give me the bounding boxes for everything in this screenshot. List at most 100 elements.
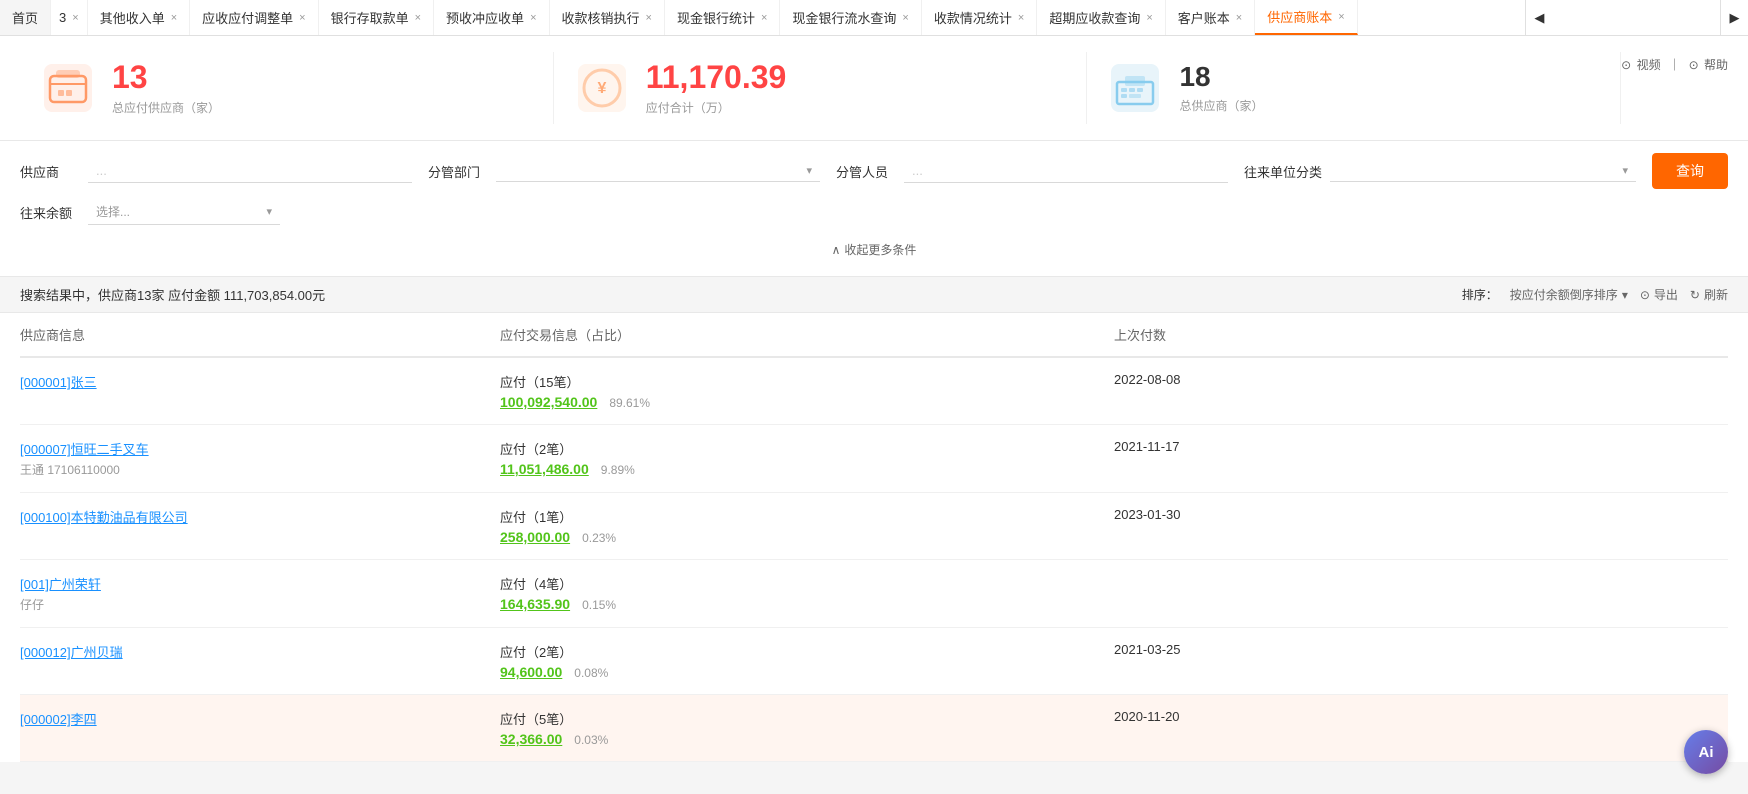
nav-overdue-query[interactable]: 超期应收款查询 × xyxy=(1037,0,1165,35)
tx-info-2: 应付（2笔） 11,051,486.00 9.89% xyxy=(500,439,1114,477)
tx-amount-5[interactable]: 94,600.00 xyxy=(500,664,562,680)
nav-cash-bank-flow-close[interactable]: × xyxy=(902,12,908,24)
nav-cash-bank-stat[interactable]: 现金银行统计 × xyxy=(665,0,780,35)
col-header-tx: 应付交易信息（占比） xyxy=(500,325,1114,344)
nav-collection-check-close[interactable]: × xyxy=(646,12,652,24)
video-link[interactable]: ⊙ 视频 xyxy=(1621,56,1660,73)
refresh-icon: ↻ xyxy=(1690,288,1700,302)
nav-tab-num-close[interactable]: × xyxy=(72,12,78,24)
nav-tab-number[interactable]: 3 × xyxy=(51,0,88,35)
nav-bank-deposit[interactable]: 银行存取款单 × xyxy=(319,0,434,35)
supplier-link-2[interactable]: [000007]恒旺二手叉车 xyxy=(20,439,500,458)
nav-prepay-label: 预收冲应收单 xyxy=(446,8,524,27)
collapse-button[interactable]: ∧ 收起更多条件 xyxy=(814,235,934,264)
supplier-link-1[interactable]: [000001]张三 xyxy=(20,372,500,391)
nav-collection-stat-close[interactable]: × xyxy=(1018,12,1024,24)
nav-supplier-account[interactable]: 供应商账本 × xyxy=(1255,0,1357,35)
nav-other-income[interactable]: 其他收入单 × xyxy=(88,0,190,35)
nav-bank-deposit-close[interactable]: × xyxy=(415,12,421,24)
supplier-label: 供应商 xyxy=(20,162,80,181)
table-row: [000001]张三 应付（15笔） 100,092,540.00 89.61%… xyxy=(20,358,1728,425)
nav-cash-bank-flow[interactable]: 现金银行流水查询 × xyxy=(780,0,921,35)
tx-percent-5: 0.08% xyxy=(574,666,608,680)
tx-amount-2[interactable]: 11,051,486.00 xyxy=(500,461,589,477)
nav-bank-deposit-label: 银行存取款单 xyxy=(331,8,409,27)
sort-option[interactable]: 按应付余额倒序排序 ▾ xyxy=(1510,286,1628,303)
balance-dropdown-icon: ▾ xyxy=(266,205,272,218)
export-button[interactable]: ⊙ 导出 xyxy=(1640,286,1678,303)
last-pay-3: 2023-01-30 xyxy=(1114,507,1728,522)
tx-label-5: 应付（2笔） xyxy=(500,645,572,660)
nav-other-income-close[interactable]: × xyxy=(171,12,177,24)
tx-amount-4[interactable]: 164,635.90 xyxy=(500,596,570,612)
nav-supplier-account-close[interactable]: × xyxy=(1338,11,1344,23)
nav-scroll-right[interactable]: ▶ xyxy=(1720,0,1748,36)
table-area: 供应商信息 应付交易信息（占比） 上次付数 [000001]张三 应付（15笔）… xyxy=(0,313,1748,762)
dept-select[interactable]: ▾ xyxy=(496,160,820,182)
supplier-info-6: [000002]李四 xyxy=(20,709,500,728)
supplier-info-5: [000012]广州贝瑞 xyxy=(20,642,500,661)
help-link[interactable]: ⊙ 帮助 xyxy=(1689,56,1728,73)
table-row: [000012]广州贝瑞 应付（2笔） 94,600.00 0.08% 2021… xyxy=(20,628,1728,695)
nav-tab-num-label: 3 xyxy=(59,10,66,25)
tx-info-5: 应付（2笔） 94,600.00 0.08% xyxy=(500,642,1114,680)
balance-select[interactable]: 选择... ▾ xyxy=(88,199,280,225)
filter-dept: 分管部门 ▾ xyxy=(428,160,820,182)
tx-amount-1[interactable]: 100,092,540.00 xyxy=(500,394,597,410)
nav-customer-account-close[interactable]: × xyxy=(1236,12,1242,24)
nav-collection-stat[interactable]: 收款情况统计 × xyxy=(922,0,1037,35)
tx-label-6: 应付（5笔） xyxy=(500,712,572,727)
nav-cash-bank-stat-label: 现金银行统计 xyxy=(677,8,755,27)
tx-info-3: 应付（1笔） 258,000.00 0.23% xyxy=(500,507,1114,545)
card1-value: 13 xyxy=(112,60,220,95)
tx-amount-6[interactable]: 32,366.00 xyxy=(500,731,562,747)
tx-info-6: 应付（5笔） 32,366.00 0.03% xyxy=(500,709,1114,747)
category-dropdown-icon: ▾ xyxy=(1622,164,1628,177)
nav-home[interactable]: 首页 xyxy=(0,0,51,35)
circle-icon: ⊙ xyxy=(1621,58,1631,72)
supplier-link-6[interactable]: [000002]李四 xyxy=(20,709,500,728)
refresh-button[interactable]: ↻ 刷新 xyxy=(1690,286,1728,303)
supplier-input[interactable] xyxy=(88,159,412,183)
card1-info: 13 总应付供应商（家） xyxy=(112,60,220,116)
supplier-link-4[interactable]: [001]广州荣轩 xyxy=(20,574,500,593)
filter-area: 供应商 分管部门 ▾ 分管人员 往来单位分类 ▾ 查询 往来余额 选择 xyxy=(0,141,1748,277)
card3-label: 总供应商（家） xyxy=(1179,97,1263,114)
ai-label: Ai xyxy=(1699,744,1714,761)
nav-customer-account-label: 客户账本 xyxy=(1178,8,1230,27)
nav-ap-adjust-close[interactable]: × xyxy=(299,12,305,24)
ai-button[interactable]: Ai xyxy=(1684,730,1728,774)
last-pay-2: 2021-11-17 xyxy=(1114,439,1728,454)
nav-overdue-query-close[interactable]: × xyxy=(1146,12,1152,24)
query-button[interactable]: 查询 xyxy=(1652,153,1728,189)
nav-prepay-close[interactable]: × xyxy=(530,12,536,24)
nav-ap-adjust[interactable]: 应收应付调整单 × xyxy=(190,0,318,35)
tx-percent-6: 0.03% xyxy=(574,733,608,747)
person-input[interactable] xyxy=(904,159,1228,183)
col-header-lastpay: 上次付数 xyxy=(1114,325,1728,344)
tx-percent-4: 0.15% xyxy=(582,598,616,612)
nav-supplier-account-label: 供应商账本 xyxy=(1267,7,1332,26)
supplier-link-3[interactable]: [000100]本特勤油品有限公司 xyxy=(20,507,500,526)
supplier-info-3: [000100]本特勤油品有限公司 xyxy=(20,507,500,526)
table-row: [000100]本特勤油品有限公司 应付（1笔） 258,000.00 0.23… xyxy=(20,493,1728,560)
nav-cash-bank-stat-close[interactable]: × xyxy=(761,12,767,24)
supplier-link-5[interactable]: [000012]广州贝瑞 xyxy=(20,642,500,661)
nav-customer-account[interactable]: 客户账本 × xyxy=(1166,0,1255,35)
tx-percent-1: 89.61% xyxy=(609,396,650,410)
nav-collection-check[interactable]: 收款核销执行 × xyxy=(550,0,665,35)
nav-prepay[interactable]: 预收冲应收单 × xyxy=(434,0,549,35)
tx-percent-2: 9.89% xyxy=(601,463,635,477)
nav-scroll-left[interactable]: ◀ xyxy=(1525,0,1553,36)
filter-row-2: 往来余额 选择... ▾ xyxy=(20,199,1728,225)
balance-placeholder: 选择... xyxy=(96,203,130,220)
category-label: 往来单位分类 xyxy=(1244,162,1322,181)
export-icon: ⊙ xyxy=(1640,288,1650,302)
result-actions: 排序： 按应付余额倒序排序 ▾ ⊙ 导出 ↻ 刷新 xyxy=(1462,286,1728,303)
last-pay-5: 2021-03-25 xyxy=(1114,642,1728,657)
tx-info-4: 应付（4笔） 164,635.90 0.15% xyxy=(500,574,1114,612)
summary-bar: 13 总应付供应商（家） ¥ 11,170.39 应付合计（万） xyxy=(0,36,1748,141)
tx-label-4: 应付（4笔） xyxy=(500,577,572,592)
tx-amount-3[interactable]: 258,000.00 xyxy=(500,529,570,545)
category-select[interactable]: ▾ xyxy=(1330,160,1636,182)
